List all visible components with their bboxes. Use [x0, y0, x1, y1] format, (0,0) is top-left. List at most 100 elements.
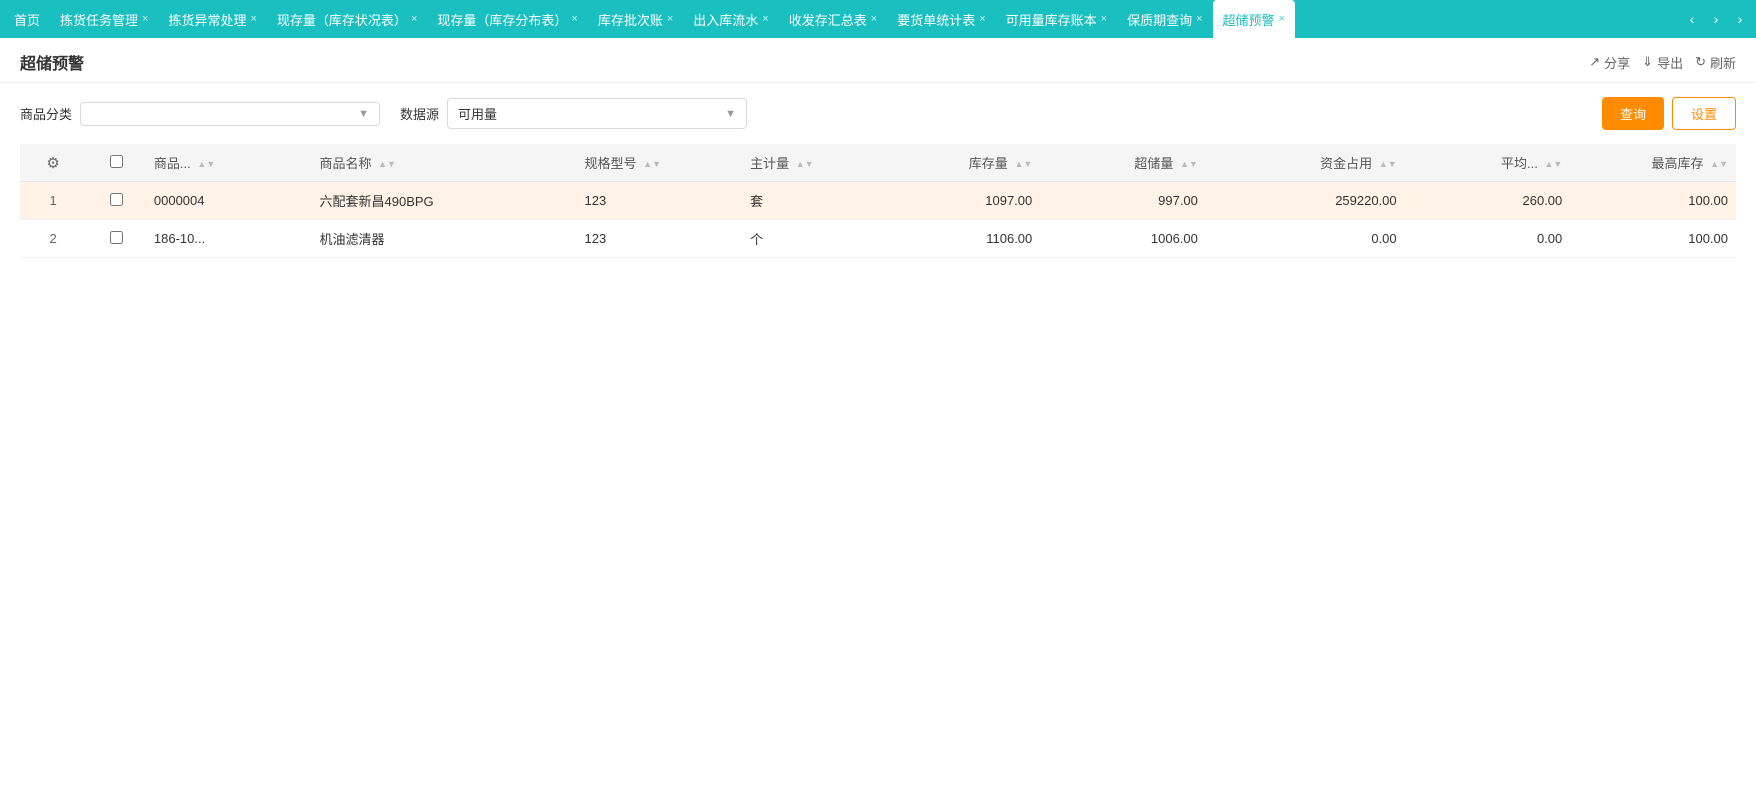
- close-icon[interactable]: ×: [250, 13, 256, 25]
- close-icon[interactable]: ×: [871, 13, 877, 25]
- row-checkbox-cell: [86, 220, 146, 258]
- row-checkbox-cell: [86, 182, 146, 220]
- nav-item-expiry[interactable]: 保质期查询 ×: [1117, 0, 1212, 38]
- cell-product-id: 0000004: [146, 182, 312, 220]
- datasource-label: 数据源: [400, 104, 439, 123]
- sort-icon: ▲▼: [643, 160, 661, 169]
- close-icon[interactable]: ×: [1101, 13, 1107, 25]
- datasource-select-value: 可用量: [458, 104, 497, 123]
- share-icon: ↗: [1589, 54, 1600, 70]
- data-table: ⚙ 商品... ▲▼ 商品名称 ▲▼ 规格型号 ▲▼ 主计: [20, 144, 1736, 258]
- nav-item-stock-status[interactable]: 现存量（库存状况表） ×: [267, 0, 427, 38]
- close-icon[interactable]: ×: [1279, 13, 1285, 25]
- sort-icon: ▲▼: [1014, 160, 1032, 169]
- cell-spec: 123: [577, 182, 743, 220]
- query-button[interactable]: 查询: [1602, 97, 1664, 130]
- table-container: ⚙ 商品... ▲▼ 商品名称 ▲▼ 规格型号 ▲▼ 主计: [0, 144, 1756, 258]
- nav-item-batch[interactable]: 库存批次账 ×: [588, 0, 683, 38]
- page-header: 超储预警 ↗ 分享 ⇓ 导出 ↻ 刷新: [0, 38, 1756, 83]
- category-filter-group: 商品分类 ▼: [20, 102, 380, 126]
- cell-overstock: 1006.00: [1040, 220, 1206, 258]
- close-icon[interactable]: ×: [571, 13, 577, 25]
- th-maxstock[interactable]: 最高库存 ▲▼: [1570, 144, 1736, 182]
- cell-product-id: 186-10...: [146, 220, 312, 258]
- cell-capital: 0.00: [1206, 220, 1405, 258]
- sort-icon: ▲▼: [796, 160, 814, 169]
- refresh-button[interactable]: ↻ 刷新: [1695, 53, 1736, 72]
- th-checkbox: [86, 144, 146, 182]
- nav-next-button[interactable]: ›: [1704, 7, 1728, 31]
- sort-icon: ▲▼: [1544, 160, 1562, 169]
- cell-stock: 1106.00: [875, 220, 1041, 258]
- cell-product-name: 机油滤清器: [312, 220, 577, 258]
- th-product-id[interactable]: 商品... ▲▼: [146, 144, 312, 182]
- nav-item-pick-exception[interactable]: 拣货异常处理 ×: [158, 0, 266, 38]
- table-body: 1 0000004 六配套新昌490BPG 123 套 1097.00 997.…: [20, 182, 1736, 258]
- cell-avg: 260.00: [1405, 182, 1571, 220]
- close-icon[interactable]: ×: [411, 13, 417, 25]
- row-num: 2: [20, 220, 86, 258]
- th-spec[interactable]: 规格型号 ▲▼: [577, 144, 743, 182]
- cell-capital: 259220.00: [1206, 182, 1405, 220]
- category-select[interactable]: ▼: [80, 102, 380, 126]
- th-unit[interactable]: 主计量 ▲▼: [742, 144, 875, 182]
- header-actions: ↗ 分享 ⇓ 导出 ↻ 刷新: [1589, 53, 1736, 72]
- table-row: 2 186-10... 机油滤清器 123 个 1106.00 1006.00 …: [20, 220, 1736, 258]
- page-title: 超储预警: [20, 50, 84, 74]
- nav-bar: 首页 拣货任务管理 × 拣货异常处理 × 现存量（库存状况表） × 现存量（库存…: [0, 0, 1756, 38]
- cell-overstock: 997.00: [1040, 182, 1206, 220]
- sort-icon: ▲▼: [378, 160, 396, 169]
- cell-unit: 个: [742, 220, 875, 258]
- cell-spec: 123: [577, 220, 743, 258]
- th-product-name[interactable]: 商品名称 ▲▼: [312, 144, 577, 182]
- settings-button[interactable]: 设置: [1672, 97, 1736, 130]
- nav-prev-button[interactable]: ‹: [1680, 7, 1704, 31]
- th-capital[interactable]: 资金占用 ▲▼: [1206, 144, 1405, 182]
- close-icon[interactable]: ×: [667, 13, 673, 25]
- sort-icon: ▲▼: [1710, 160, 1728, 169]
- nav-more-button[interactable]: ›: [1728, 7, 1752, 31]
- gear-icon[interactable]: ⚙: [46, 155, 59, 172]
- th-overstock[interactable]: 超储量 ▲▼: [1040, 144, 1206, 182]
- sort-icon: ▲▼: [1180, 160, 1198, 169]
- cell-product-name: 六配套新昌490BPG: [312, 182, 577, 220]
- th-avg[interactable]: 平均... ▲▼: [1405, 144, 1571, 182]
- nav-item-stock-dist[interactable]: 现存量（库存分布表） ×: [427, 0, 587, 38]
- nav-item-flow[interactable]: 出入库流水 ×: [683, 0, 778, 38]
- refresh-icon: ↻: [1695, 54, 1706, 70]
- nav-item-available[interactable]: 可用量库存账本 ×: [996, 0, 1117, 38]
- row-checkbox[interactable]: [110, 193, 123, 206]
- datasource-filter-group: 数据源 可用量 ▼: [400, 98, 747, 129]
- cell-unit: 套: [742, 182, 875, 220]
- export-button[interactable]: ⇓ 导出: [1642, 53, 1683, 72]
- table-header-row: ⚙ 商品... ▲▼ 商品名称 ▲▼ 规格型号 ▲▼ 主计: [20, 144, 1736, 182]
- share-button[interactable]: ↗ 分享: [1589, 53, 1630, 72]
- nav-item-overstock[interactable]: 超储预警 ×: [1213, 0, 1295, 38]
- chevron-down-icon: ▼: [725, 108, 736, 120]
- close-icon[interactable]: ×: [979, 13, 985, 25]
- th-settings: ⚙: [20, 144, 86, 182]
- nav-item-pick-task[interactable]: 拣货任务管理 ×: [50, 0, 158, 38]
- category-label: 商品分类: [20, 104, 72, 123]
- export-icon: ⇓: [1642, 54, 1653, 70]
- select-all-checkbox[interactable]: [110, 155, 123, 168]
- nav-item-home[interactable]: 首页: [4, 0, 50, 38]
- close-icon[interactable]: ×: [1196, 13, 1202, 25]
- row-num: 1: [20, 182, 86, 220]
- nav-item-summary[interactable]: 收发存汇总表 ×: [779, 0, 887, 38]
- row-checkbox[interactable]: [110, 231, 123, 244]
- close-icon[interactable]: ×: [142, 13, 148, 25]
- chevron-down-icon: ▼: [358, 108, 369, 120]
- nav-item-order-stats[interactable]: 要货单统计表 ×: [887, 0, 995, 38]
- th-stock[interactable]: 库存量 ▲▼: [875, 144, 1041, 182]
- cell-avg: 0.00: [1405, 220, 1571, 258]
- filter-area: 商品分类 ▼ 数据源 可用量 ▼ 查询 设置: [0, 83, 1756, 144]
- close-icon[interactable]: ×: [762, 13, 768, 25]
- sort-icon: ▲▼: [1379, 160, 1397, 169]
- table-row: 1 0000004 六配套新昌490BPG 123 套 1097.00 997.…: [20, 182, 1736, 220]
- cell-maxstock: 100.00: [1570, 220, 1736, 258]
- datasource-select[interactable]: 可用量 ▼: [447, 98, 747, 129]
- sort-icon: ▲▼: [197, 160, 215, 169]
- nav-arrows: ‹ › ›: [1680, 7, 1752, 31]
- cell-stock: 1097.00: [875, 182, 1041, 220]
